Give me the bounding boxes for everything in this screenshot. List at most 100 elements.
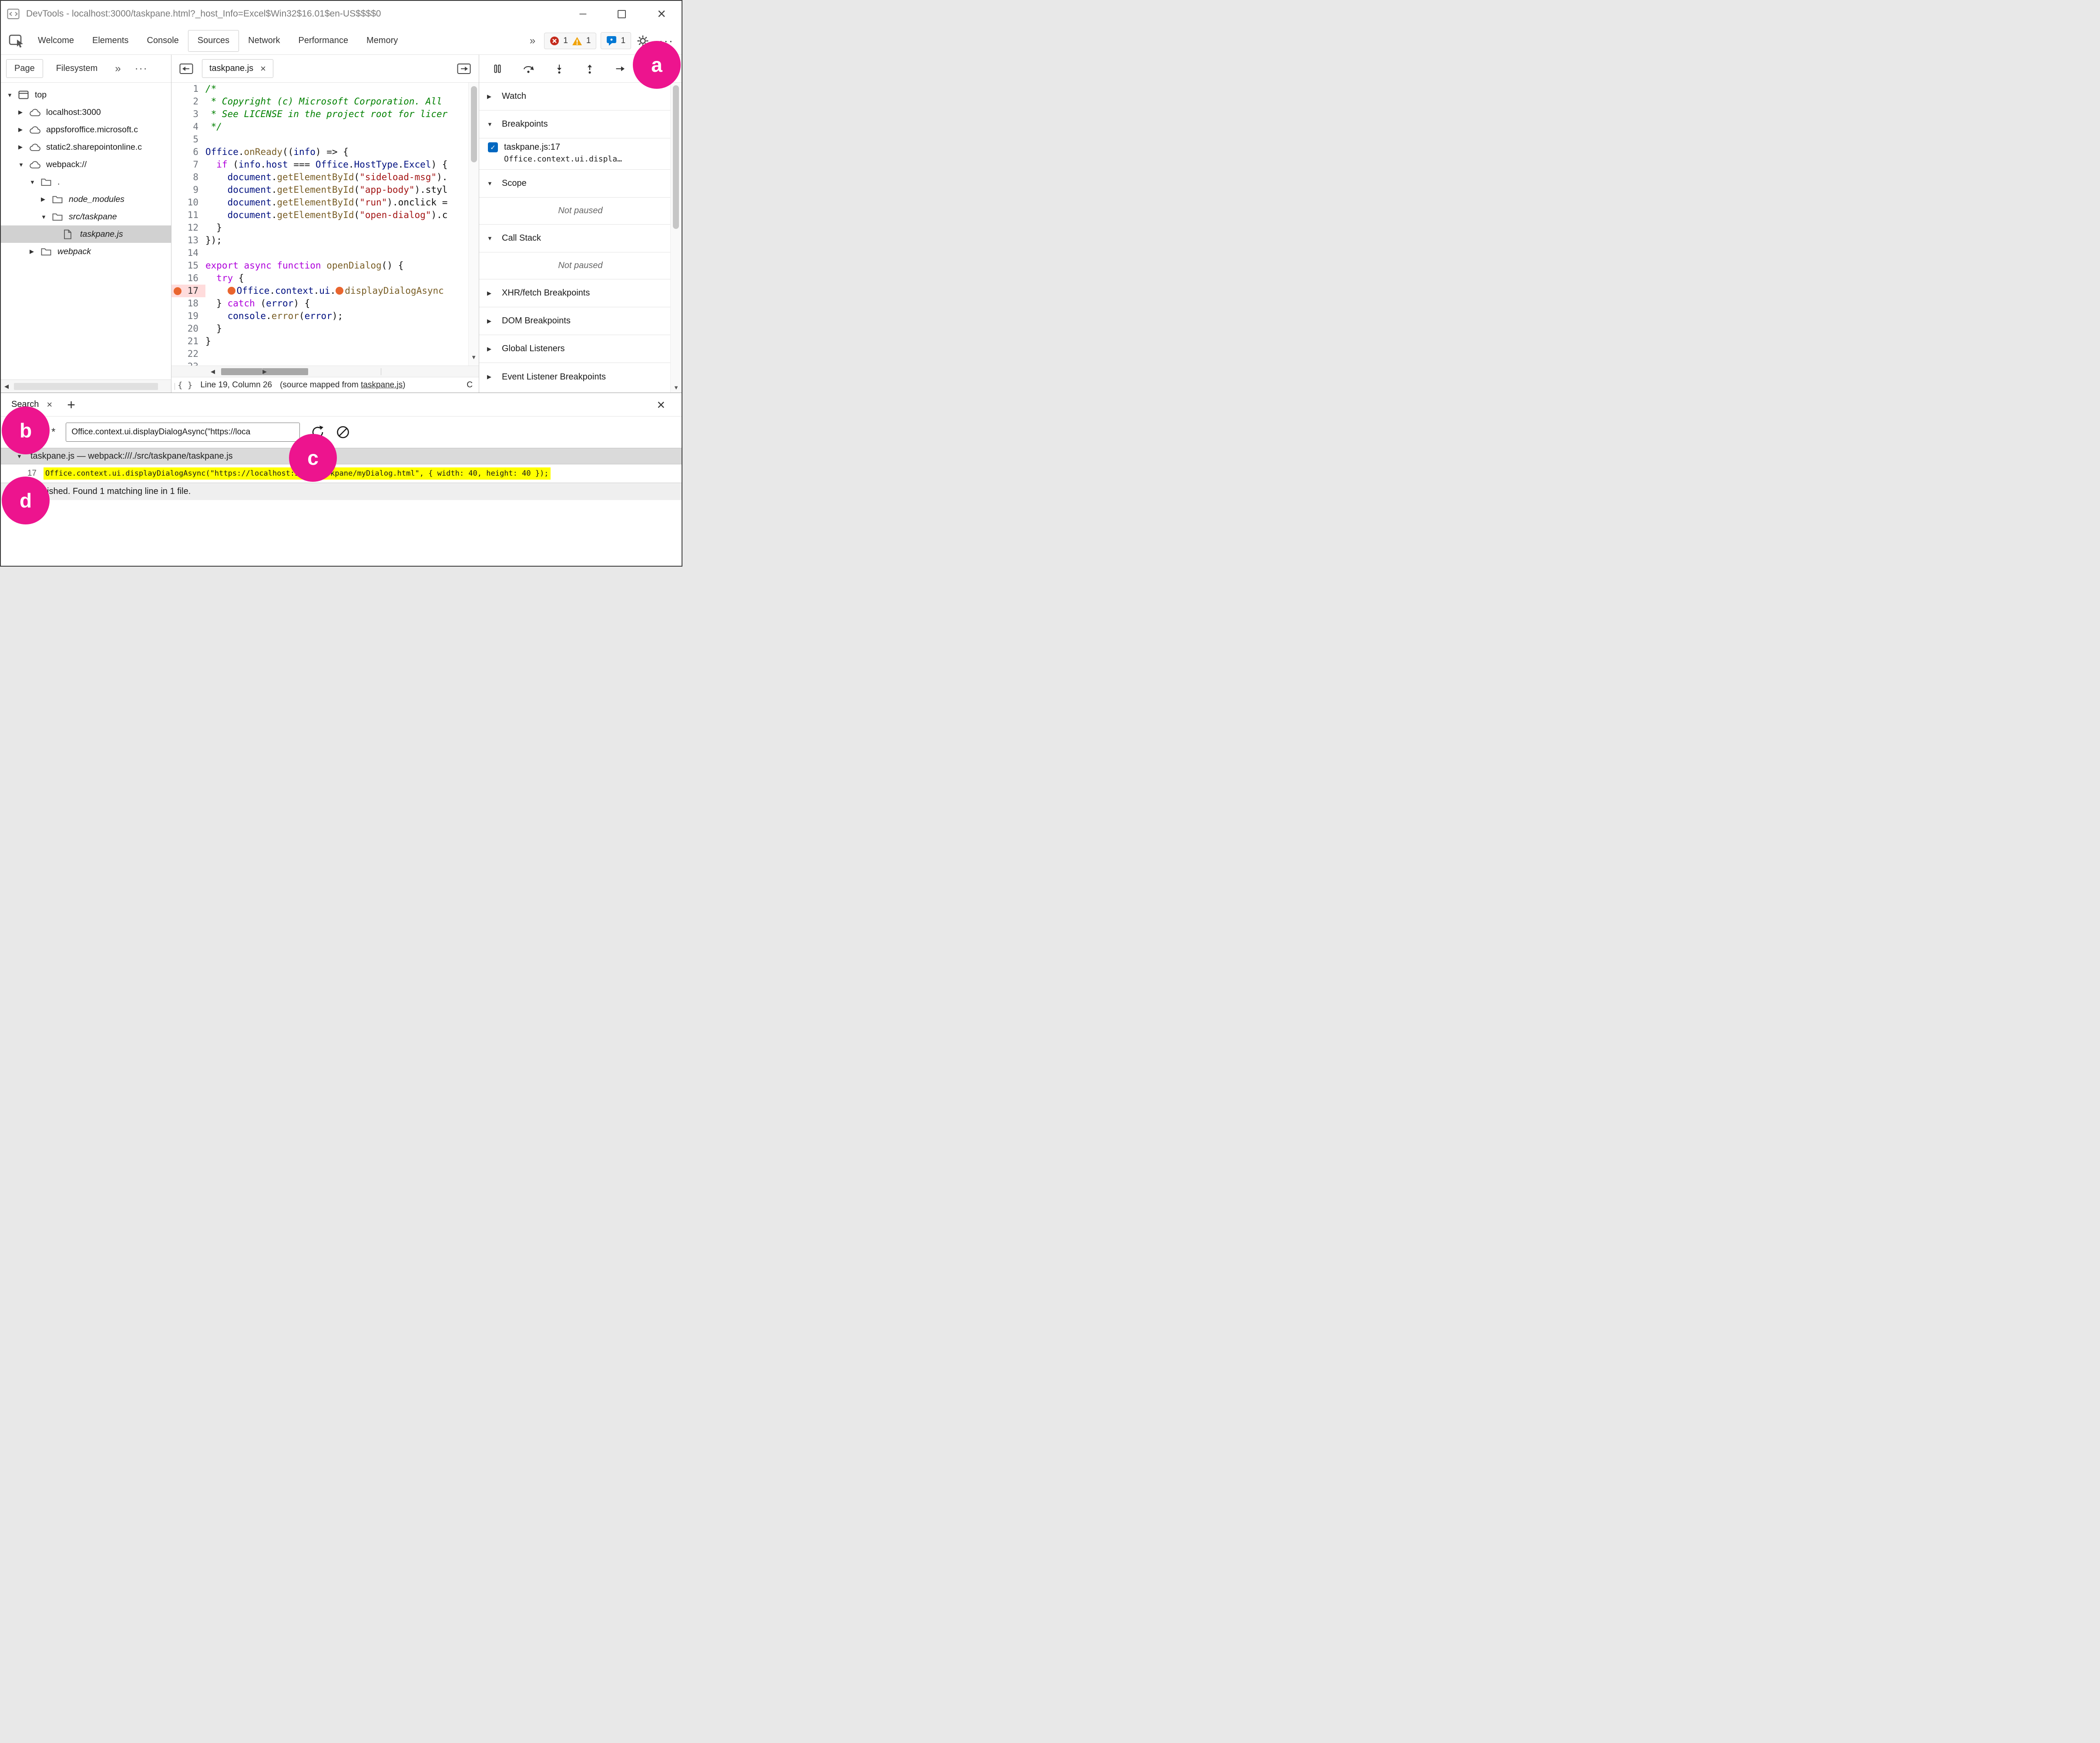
line-number[interactable]: 14: [171, 247, 205, 259]
show-debugger-icon[interactable]: [454, 63, 474, 74]
tree-item-webpack[interactable]: ▶ webpack: [1, 243, 171, 260]
line-number[interactable]: 21: [171, 335, 205, 348]
breakpoint-line-number[interactable]: 17: [171, 285, 205, 297]
regex-option-icon[interactable]: *: [51, 426, 55, 438]
breakpoint-entry[interactable]: ✓ taskpane.js:17 Office.context.ui.displ…: [479, 138, 682, 170]
step-button[interactable]: [615, 64, 626, 74]
tab-filesystem[interactable]: Filesystem: [48, 60, 106, 77]
step-into-button[interactable]: [554, 64, 564, 74]
line-number[interactable]: 5: [171, 133, 205, 146]
close-tab-icon[interactable]: ×: [260, 64, 266, 74]
editor-vertical-scrollbar[interactable]: ▼: [468, 83, 479, 366]
step-over-button[interactable]: [523, 64, 534, 74]
errors-warnings-badge[interactable]: 1 1: [544, 32, 597, 49]
chevron-down-icon[interactable]: ▼: [41, 214, 52, 220]
line-number[interactable]: 9: [171, 184, 205, 196]
line-number[interactable]: 6: [171, 146, 205, 158]
clear-search-icon[interactable]: [336, 425, 350, 440]
tree-item-src-taskpane[interactable]: ▼ src/taskpane: [1, 208, 171, 225]
chevron-right-icon[interactable]: ▶: [30, 248, 41, 255]
tab-page[interactable]: Page: [6, 59, 43, 78]
section-breakpoints[interactable]: Breakpoints: [479, 111, 682, 138]
more-tabs-icon[interactable]: »: [525, 35, 540, 47]
line-number[interactable]: 15: [171, 259, 205, 272]
section-scope[interactable]: Scope: [479, 170, 682, 198]
section-call-stack[interactable]: Call Stack: [479, 225, 682, 252]
line-number[interactable]: 16: [171, 272, 205, 285]
tab-network[interactable]: Network: [239, 27, 289, 55]
close-button[interactable]: ×: [657, 7, 666, 21]
issues-badge[interactable]: 1: [601, 32, 632, 49]
tree-item-localhost-3000[interactable]: ▶ localhost:3000: [1, 104, 171, 121]
line-number[interactable]: 19: [171, 310, 205, 322]
inspect-element-icon[interactable]: [4, 34, 29, 48]
chevron-right-icon[interactable]: ▶: [18, 126, 30, 133]
code-editor[interactable]: 1234567891011121314151617181920212223 /*…: [171, 83, 479, 372]
line-number[interactable]: 10: [171, 196, 205, 209]
breakpoint-checkbox[interactable]: ✓: [488, 142, 498, 152]
minimize-button[interactable]: ─: [580, 8, 587, 20]
chevron-down-icon[interactable]: ▼: [7, 92, 18, 98]
line-number[interactable]: 12: [171, 222, 205, 234]
step-out-button[interactable]: [585, 64, 595, 74]
hide-navigator-icon[interactable]: [176, 63, 197, 74]
line-number[interactable]: 22: [171, 348, 205, 360]
scroll-right-icon[interactable]: ▶: [1, 383, 168, 390]
close-search-tab-icon[interactable]: ×: [47, 399, 52, 410]
tree-item-webpack[interactable]: ▼ webpack://: [1, 156, 171, 173]
line-number[interactable]: 4: [171, 121, 205, 133]
line-number[interactable]: 1: [171, 83, 205, 95]
scrollbar-thumb[interactable]: [471, 86, 477, 162]
section-global-listeners[interactable]: Global Listeners: [479, 335, 682, 363]
tree-item-top[interactable]: ▼ top: [1, 86, 171, 104]
section-dom-breakpoints[interactable]: DOM Breakpoints: [479, 307, 682, 335]
search-input[interactable]: [66, 423, 300, 442]
tab-console[interactable]: Console: [138, 27, 188, 55]
line-number[interactable]: 2: [171, 95, 205, 108]
tree-item-appsforoffice-microsoft-c[interactable]: ▶ appsforoffice.microsoft.c: [1, 121, 171, 138]
editor-tab-taskpane[interactable]: taskpane.js ×: [202, 59, 274, 78]
inline-breakpoint-icon[interactable]: [227, 287, 235, 295]
line-number[interactable]: 3: [171, 108, 205, 121]
line-number[interactable]: 7: [171, 158, 205, 171]
add-drawer-tab-icon[interactable]: +: [67, 398, 75, 412]
line-number[interactable]: 20: [171, 322, 205, 335]
search-result-line[interactable]: 17 Office.context.ui.displayDialogAsync(…: [1, 464, 682, 483]
tab-elements[interactable]: Elements: [83, 27, 138, 55]
section-event-listener-breakpoints[interactable]: Event Listener Breakpoints: [479, 363, 682, 391]
scroll-down-icon[interactable]: ▼: [469, 351, 479, 364]
chevron-right-icon[interactable]: ▶: [18, 109, 30, 116]
maximize-button[interactable]: [618, 10, 626, 18]
more-navigator-tabs-icon[interactable]: »: [111, 63, 125, 75]
inline-breakpoint-icon[interactable]: [336, 287, 344, 295]
code-content[interactable]: /* * Copyright (c) Microsoft Corporation…: [205, 83, 468, 366]
chevron-down-icon[interactable]: ▼: [18, 161, 30, 168]
tab-memory[interactable]: Memory: [357, 27, 407, 55]
scroll-right-icon[interactable]: ▶: [262, 368, 465, 375]
chevron-right-icon[interactable]: ▶: [18, 144, 30, 151]
scroll-down-icon[interactable]: ▼: [671, 384, 682, 391]
tab-sources[interactable]: Sources: [188, 30, 239, 52]
search-result-group[interactable]: taskpane.js — webpack:///./src/taskpane/…: [1, 448, 682, 464]
tab-welcome[interactable]: Welcome: [29, 27, 83, 55]
navigator-horizontal-scrollbar[interactable]: ◀ ▶: [1, 379, 175, 393]
debugger-vertical-scrollbar[interactable]: ▼: [670, 83, 682, 393]
pause-button[interactable]: [492, 64, 503, 74]
tree-item-[interactable]: ▼.: [1, 173, 171, 191]
close-drawer-icon[interactable]: ×: [657, 398, 671, 412]
tree-item-static2-sharepointonline-c[interactable]: ▶ static2.sharepointonline.c: [1, 138, 171, 156]
source-map-link[interactable]: taskpane.js: [361, 380, 403, 390]
line-number[interactable]: 18: [171, 297, 205, 310]
line-number[interactable]: 8: [171, 171, 205, 184]
tree-item-taskpane-js[interactable]: taskpane.js: [1, 225, 171, 243]
tree-item-node-modules[interactable]: ▶ node_modules: [1, 191, 171, 208]
line-number[interactable]: 11: [171, 209, 205, 222]
editor-horizontal-scrollbar[interactable]: ◀ ▶: [171, 366, 479, 377]
line-number[interactable]: 13: [171, 234, 205, 247]
pretty-print-icon[interactable]: { }: [178, 380, 192, 390]
tab-performance[interactable]: Performance: [289, 27, 358, 55]
section-xhr-breakpoints[interactable]: XHR/fetch Breakpoints: [479, 279, 682, 307]
scrollbar-thumb[interactable]: [673, 85, 679, 229]
chevron-right-icon[interactable]: ▶: [41, 196, 52, 203]
navigator-more-options-icon[interactable]: ···: [131, 63, 152, 75]
